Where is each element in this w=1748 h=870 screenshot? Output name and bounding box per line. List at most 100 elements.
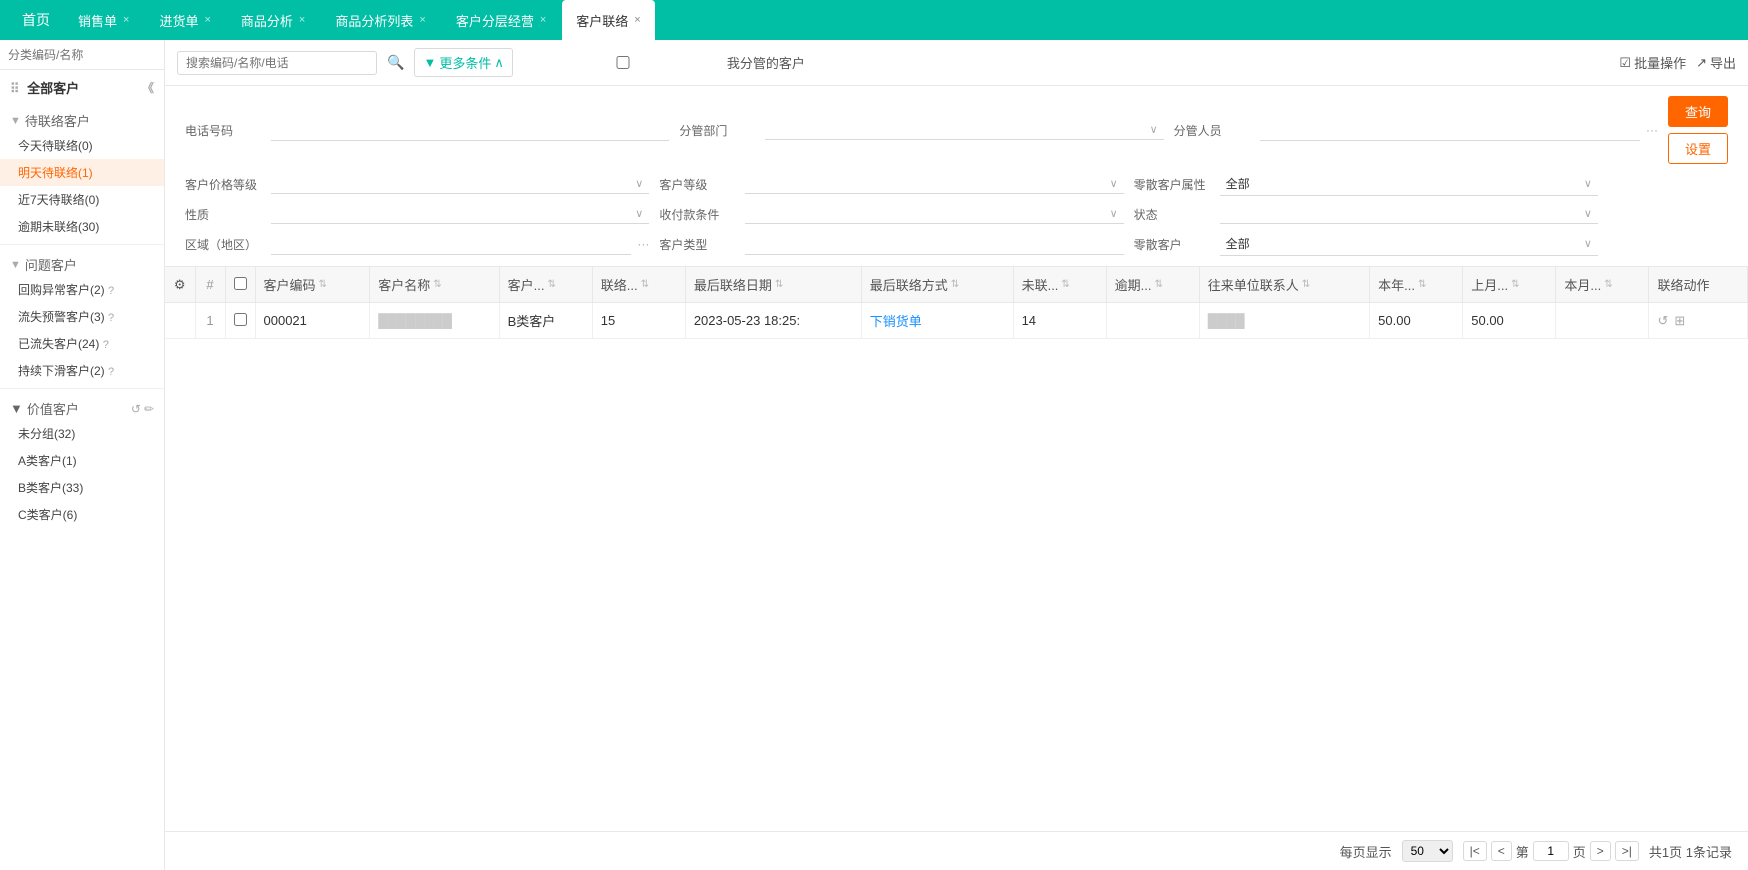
row-last-method-link[interactable]: 下销货单 bbox=[870, 314, 922, 329]
sidebar-item-class-a[interactable]: A类客户(1) bbox=[0, 447, 164, 474]
filter-scatter-attr-select[interactable]: 全部 ∨ bbox=[1220, 172, 1598, 196]
sidebar-collapse-icon[interactable]: 《 bbox=[142, 79, 154, 96]
nav-tab-analysis[interactable]: 商品分析 × bbox=[227, 0, 319, 40]
sidebar-search-input[interactable] bbox=[8, 48, 163, 62]
filter-dept: 分管部门 ∨ bbox=[679, 120, 1163, 140]
sidebar-item-repurchase-anomaly[interactable]: 回购异常客户(2) ? bbox=[0, 276, 164, 303]
nav-tab-purchase-close[interactable]: × bbox=[204, 14, 210, 26]
col-unit-contact[interactable]: 往来单位联系人 ⇅ bbox=[1199, 267, 1369, 303]
sort-overdue-icon: ⇅ bbox=[1155, 279, 1163, 290]
query-button[interactable]: 查询 bbox=[1668, 96, 1728, 127]
sidebar-problem-arrow: ▼ bbox=[10, 259, 21, 271]
col-type[interactable]: 客户... ⇅ bbox=[499, 267, 592, 303]
sidebar-pending-title: 待联络客户 bbox=[25, 111, 90, 130]
nav-tab-customer-layer[interactable]: 客户分层经营 × bbox=[442, 0, 560, 40]
per-page-label: 每页显示 bbox=[1340, 842, 1392, 861]
filter-payment-select[interactable]: ∨ bbox=[745, 204, 1123, 224]
set-button[interactable]: 设置 bbox=[1668, 133, 1728, 164]
col-last-method[interactable]: 最后联络方式 ⇅ bbox=[861, 267, 1013, 303]
page-prev-button[interactable]: < bbox=[1491, 841, 1512, 861]
select-all-checkbox[interactable] bbox=[234, 277, 247, 290]
col-contact[interactable]: 联络... ⇅ bbox=[592, 267, 685, 303]
my-customers-check[interactable]: 我分管的客户 bbox=[523, 53, 805, 72]
nav-tab-analysis-list-close[interactable]: × bbox=[419, 14, 425, 26]
sidebar-value-edit-icon[interactable]: ✏ bbox=[144, 402, 154, 416]
filter-phone-input[interactable] bbox=[271, 120, 669, 141]
sidebar-all-customers[interactable]: ⠿ 全部客户 《 bbox=[0, 70, 164, 105]
sidebar-item-overdue[interactable]: 逾期未联络(30) bbox=[0, 213, 164, 240]
col-this-year[interactable]: 本年... ⇅ bbox=[1370, 267, 1463, 303]
filter-nature-select[interactable]: ∨ bbox=[271, 204, 649, 224]
filter-payment-chevron: ∨ bbox=[1110, 207, 1118, 220]
nav-tab-sales[interactable]: 销售单 × bbox=[64, 0, 143, 40]
sidebar-value-refresh-icon[interactable]: ↺ bbox=[131, 402, 141, 416]
search-input[interactable] bbox=[177, 51, 377, 75]
filter-nature-chevron: ∨ bbox=[635, 207, 643, 220]
page-last-button[interactable]: >| bbox=[1615, 841, 1639, 861]
filter-dept-select[interactable]: ∨ bbox=[765, 120, 1163, 140]
filter-nature: 性质 ∨ bbox=[185, 204, 649, 224]
row-this-month bbox=[1556, 303, 1649, 339]
nav-tab-customer-contact[interactable]: 客户联络 × bbox=[562, 0, 654, 40]
nav-tab-purchase[interactable]: 进货单 × bbox=[145, 0, 224, 40]
col-last-month[interactable]: 上月... ⇅ bbox=[1463, 267, 1556, 303]
filter-region-dots[interactable]: ··· bbox=[637, 237, 649, 251]
col-overdue[interactable]: 逾期... ⇅ bbox=[1106, 267, 1199, 303]
filter-customer-type-input[interactable] bbox=[745, 234, 1123, 255]
nav-home[interactable]: 首页 bbox=[10, 0, 62, 40]
sidebar-item-churned[interactable]: 已流失客户(24) ? bbox=[0, 330, 164, 357]
sidebar-item-ungrouped[interactable]: 未分组(32) bbox=[0, 420, 164, 447]
row-last-method[interactable]: 下销货单 bbox=[861, 303, 1013, 339]
col-this-month[interactable]: 本月... ⇅ bbox=[1556, 267, 1649, 303]
filter-row-4: 区域（地区） ··· 客户类型 零散客户 全部 ∨ bbox=[185, 232, 1728, 256]
sidebar-item-today[interactable]: 今天待联络(0) bbox=[0, 132, 164, 159]
filter-customer-level-chevron: ∨ bbox=[1110, 177, 1118, 190]
sort-last-date-icon: ⇅ bbox=[775, 279, 783, 290]
filter-scatter-customer-select[interactable]: 全部 ∨ bbox=[1220, 232, 1598, 256]
sidebar-item-class-b[interactable]: B类客户(33) bbox=[0, 474, 164, 501]
row-code: 000021 bbox=[255, 303, 370, 339]
my-customers-checkbox[interactable] bbox=[523, 56, 723, 69]
batch-ops-button[interactable]: ☑ 批量操作 bbox=[1619, 53, 1686, 72]
row-type: B类客户 bbox=[499, 303, 592, 339]
page-input[interactable] bbox=[1533, 841, 1569, 861]
nav-tab-analysis-close[interactable]: × bbox=[299, 14, 305, 26]
more-filter-button[interactable]: ▼ 更多条件 ∧ bbox=[414, 48, 512, 77]
filter-customer-level-select[interactable]: ∨ bbox=[745, 174, 1123, 194]
total-label: 共1页 1条记录 bbox=[1649, 842, 1732, 861]
sidebar-item-tomorrow[interactable]: 明天待联络(1) bbox=[0, 159, 164, 186]
nav-tab-customer-contact-close[interactable]: × bbox=[634, 14, 640, 26]
row-checkbox[interactable] bbox=[234, 313, 247, 326]
col-last-date[interactable]: 最后联络日期 ⇅ bbox=[685, 267, 861, 303]
col-gear[interactable]: ⚙ bbox=[165, 267, 195, 303]
row-action-refresh-icon[interactable]: ↺ bbox=[1657, 313, 1668, 329]
sidebar-problem-title: 问题客户 bbox=[25, 255, 77, 274]
filter-status-select[interactable]: ∨ bbox=[1220, 204, 1598, 224]
col-code[interactable]: 客户编码 ⇅ bbox=[255, 267, 370, 303]
filter-price-level-select[interactable]: ∨ bbox=[271, 174, 649, 194]
export-icon: ↗ bbox=[1696, 55, 1707, 71]
filter-person-input[interactable] bbox=[1260, 120, 1640, 141]
nav-tab-sales-close[interactable]: × bbox=[123, 14, 129, 26]
row-action-grid-icon[interactable]: ⊞ bbox=[1674, 313, 1685, 329]
filter-person-dots[interactable]: ··· bbox=[1646, 123, 1658, 137]
filter-dept-label: 分管部门 bbox=[679, 122, 759, 139]
sidebar-item-class-c[interactable]: C类客户(6) bbox=[0, 501, 164, 528]
filter-region-input[interactable] bbox=[271, 234, 631, 255]
col-name[interactable]: 客户名称 ⇅ bbox=[370, 267, 499, 303]
search-button[interactable]: 🔍 bbox=[387, 54, 404, 71]
filter-phone-label: 电话号码 bbox=[185, 122, 265, 139]
page-next-button[interactable]: > bbox=[1590, 841, 1611, 861]
nav-tab-customer-layer-close[interactable]: × bbox=[540, 14, 546, 26]
action-buttons: 查询 设置 bbox=[1668, 96, 1728, 164]
col-uncontacted[interactable]: 未联... ⇅ bbox=[1013, 267, 1106, 303]
page-size-select[interactable]: 50 100 200 bbox=[1402, 840, 1453, 862]
sidebar-item-declining[interactable]: 持续下滑客户(2) ? bbox=[0, 357, 164, 384]
page-first-button[interactable]: |< bbox=[1463, 841, 1487, 861]
sidebar-item-churn-warning[interactable]: 流失预警客户(3) ? bbox=[0, 303, 164, 330]
sidebar-item-7days[interactable]: 近7天待联络(0) bbox=[0, 186, 164, 213]
nav-tab-analysis-list[interactable]: 商品分析列表 × bbox=[321, 0, 439, 40]
table-footer: 每页显示 50 100 200 |< < 第 页 > >| 共1页 1条记录 bbox=[165, 831, 1748, 870]
filter-status: 状态 ∨ bbox=[1134, 204, 1598, 224]
export-button[interactable]: ↗ 导出 bbox=[1696, 53, 1736, 72]
